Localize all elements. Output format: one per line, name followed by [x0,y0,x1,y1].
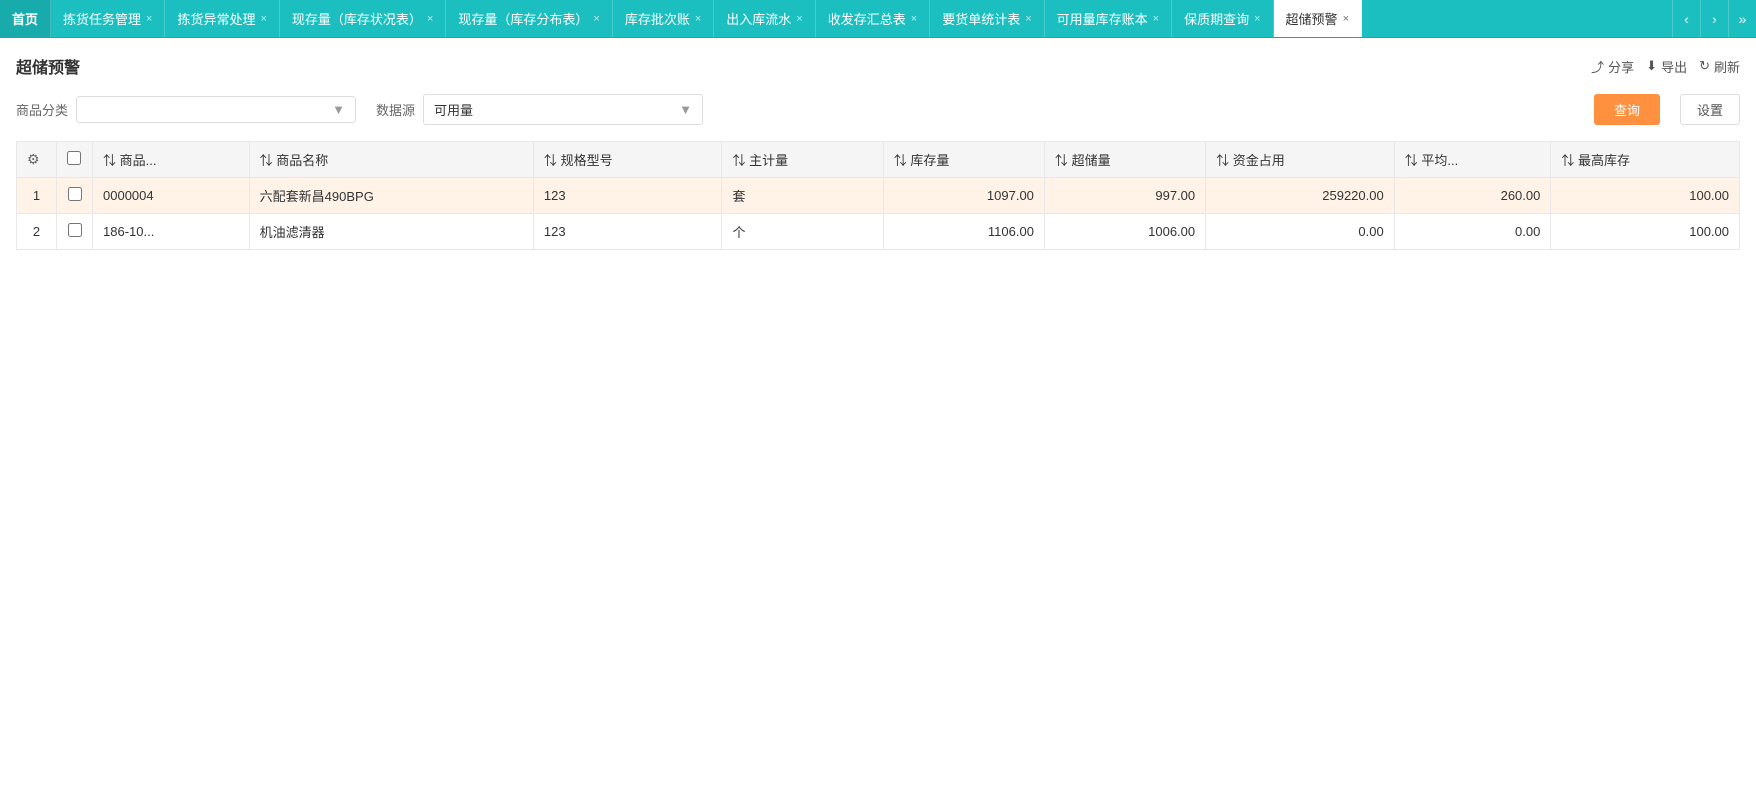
refresh-button[interactable]: ↻ 刷新 [1699,57,1740,76]
th-gear[interactable]: ⚙ [17,142,57,178]
row-product-name: 机油滤清器 [249,214,533,250]
row-avg: 0.00 [1394,214,1551,250]
nav-tab-4[interactable]: 现存量（库存分布表） × [446,0,612,37]
row-checkbox[interactable] [57,214,93,250]
table-row: 2 186-10... 机油滤清器 123 个 1106.00 1006.00 … [17,214,1740,250]
share-button[interactable]: ⤴ 分享 [1591,57,1634,76]
gear-icon[interactable]: ⚙ [27,151,40,167]
nav-tab-7[interactable]: 收发存汇总表 × [816,0,930,37]
row-checkbox[interactable] [57,178,93,214]
row-no: 2 [17,214,57,250]
row-product-name: 六配套新昌490BPG [249,178,533,214]
th-stock[interactable]: ⇅ 库存量 [883,142,1044,178]
header-actions: ⤴ 分享 ⬇ 导出 ↻ 刷新 [1591,57,1740,76]
th-product-name[interactable]: ⇅ 商品名称 [249,142,533,178]
query-button[interactable]: 查询 [1594,94,1660,125]
category-label: 商品分类 [16,100,68,119]
row-stock: 1106.00 [883,214,1044,250]
close-tab-7[interactable]: × [911,13,917,25]
nav-tab-active[interactable]: 超储预警 × [1274,0,1362,37]
refresh-icon: ↻ [1699,58,1710,74]
nav-bar: 首页 拣货任务管理 × 拣货异常处理 × 现存量（库存状况表） × 现存量（库存… [0,0,1756,38]
nav-tab-2[interactable]: 拣货异常处理 × [165,0,279,37]
nav-tab-3[interactable]: 现存量（库存状况表） × [280,0,446,37]
row-capital: 259220.00 [1206,178,1395,214]
nav-tab-5[interactable]: 库存批次账 × [613,0,714,37]
page-title: 超储预警 [16,54,80,78]
datasource-label: 数据源 [376,100,415,119]
close-tab-10[interactable]: × [1254,13,1260,25]
nav-prev-arrow[interactable]: ‹ [1672,0,1700,37]
close-tab-3[interactable]: × [427,13,433,25]
nav-tab-1[interactable]: 拣货任务管理 × [51,0,165,37]
row-unit: 套 [722,178,883,214]
th-overstock[interactable]: ⇅ 超储量 [1044,142,1205,178]
nav-expand-arrow[interactable]: » [1728,0,1756,37]
export-icon: ⬇ [1646,58,1657,74]
page-header: 超储预警 ⤴ 分享 ⬇ 导出 ↻ 刷新 [16,54,1740,78]
close-tab-active[interactable]: × [1343,13,1349,25]
close-tab-5[interactable]: × [695,13,701,25]
select-all-checkbox[interactable] [67,151,81,165]
nav-tab-9[interactable]: 可用量库存账本 × [1045,0,1172,37]
row-max-stock: 100.00 [1551,178,1740,214]
row-overstock: 1006.00 [1044,214,1205,250]
export-button[interactable]: ⬇ 导出 [1646,57,1687,76]
row-stock: 1097.00 [883,178,1044,214]
category-dropdown-arrow: ▼ [332,102,345,117]
row-product-code: 186-10... [93,214,250,250]
close-tab-2[interactable]: × [260,13,266,25]
row-overstock: 997.00 [1044,178,1205,214]
close-tab-8[interactable]: × [1025,13,1031,25]
row-spec: 123 [533,178,722,214]
share-icon: ⤴ [1591,57,1604,76]
category-select[interactable]: ▼ [76,96,356,123]
close-tab-4[interactable]: × [593,13,599,25]
table-body: 1 0000004 六配套新昌490BPG 123 套 1097.00 997.… [17,178,1740,250]
close-tab-1[interactable]: × [146,13,152,25]
row-product-code: 0000004 [93,178,250,214]
data-table: ⚙ ⇅ 商品... ⇅ 商品名称 ⇅ 规格型号 ⇅ 主计量 ⇅ [16,141,1740,250]
page-content: 超储预警 ⤴ 分享 ⬇ 导出 ↻ 刷新 商品分类 ▼ 数据源 [0,38,1756,800]
th-spec[interactable]: ⇅ 规格型号 [533,142,722,178]
category-filter: 商品分类 ▼ [16,96,356,123]
filter-row: 商品分类 ▼ 数据源 可用量 ▼ 查询 设置 [16,94,1740,125]
close-tab-6[interactable]: × [796,13,802,25]
datasource-filter: 数据源 可用量 ▼ [376,94,703,125]
th-checkbox [57,142,93,178]
nav-tab-10[interactable]: 保质期查询 × [1172,0,1273,37]
th-product-code[interactable]: ⇅ 商品... [93,142,250,178]
nav-home[interactable]: 首页 [0,0,51,37]
row-no: 1 [17,178,57,214]
row-capital: 0.00 [1206,214,1395,250]
row-avg: 260.00 [1394,178,1551,214]
close-tab-9[interactable]: × [1153,13,1159,25]
th-unit[interactable]: ⇅ 主计量 [722,142,883,178]
settings-button[interactable]: 设置 [1680,94,1740,125]
datasource-select[interactable]: 可用量 ▼ [423,94,703,125]
row-max-stock: 100.00 [1551,214,1740,250]
th-max-stock[interactable]: ⇅ 最高库存 [1551,142,1740,178]
nav-tab-6[interactable]: 出入库流水 × [714,0,815,37]
table-row: 1 0000004 六配套新昌490BPG 123 套 1097.00 997.… [17,178,1740,214]
th-avg[interactable]: ⇅ 平均... [1394,142,1551,178]
datasource-dropdown-arrow: ▼ [679,102,692,117]
th-capital[interactable]: ⇅ 资金占用 [1206,142,1395,178]
nav-next-arrow[interactable]: › [1700,0,1728,37]
row-spec: 123 [533,214,722,250]
row-unit: 个 [722,214,883,250]
nav-tab-8[interactable]: 要货单统计表 × [930,0,1044,37]
nav-arrows: ‹ › » [1672,0,1756,37]
table-header-row: ⚙ ⇅ 商品... ⇅ 商品名称 ⇅ 规格型号 ⇅ 主计量 ⇅ [17,142,1740,178]
datasource-value: 可用量 [434,100,473,119]
